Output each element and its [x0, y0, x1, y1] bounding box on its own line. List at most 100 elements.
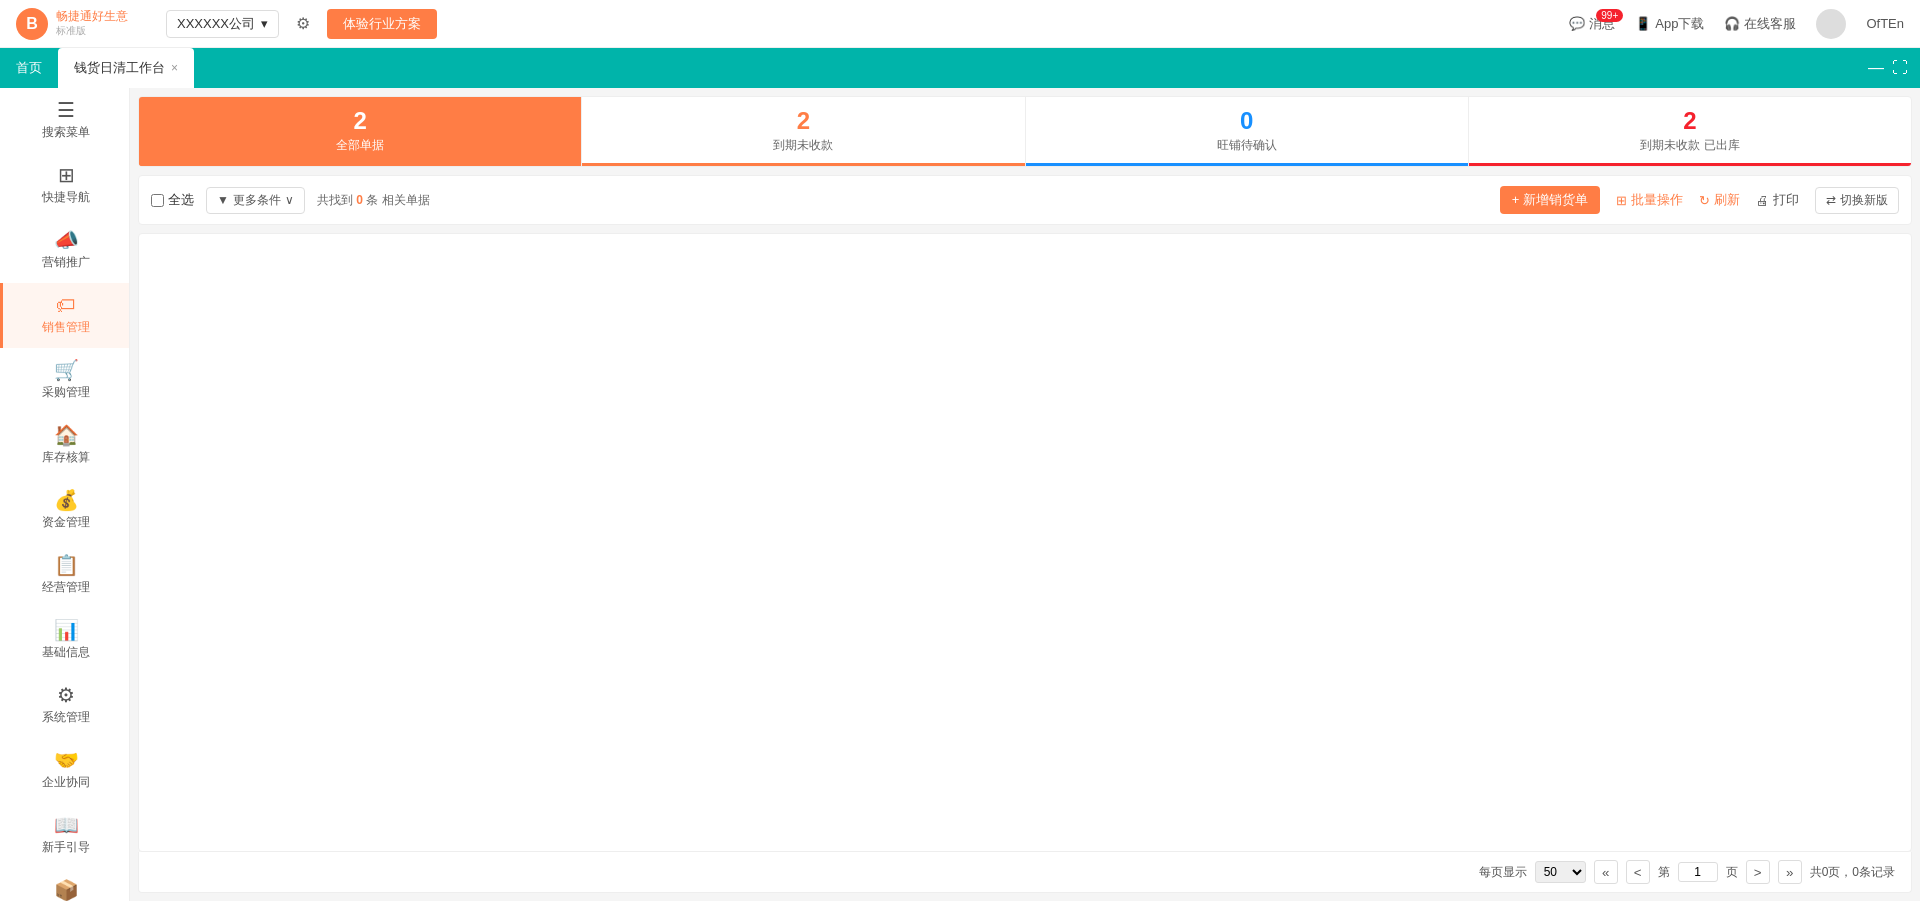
marketing-icon: 📣: [54, 230, 79, 250]
purchase-icon: 🛒: [54, 360, 79, 380]
service-icon: 🎧: [1724, 16, 1740, 31]
page-prefix: 第: [1658, 864, 1670, 881]
print-button[interactable]: 🖨 打印: [1756, 191, 1799, 209]
select-all-input[interactable]: [151, 194, 164, 207]
refresh-icon: ↻: [1699, 193, 1710, 208]
sidebar-item-quick-nav[interactable]: ⊞ 快捷导航: [0, 153, 129, 218]
sidebar-item-guide[interactable]: 📖 新手引导: [0, 803, 129, 868]
top-header: B 畅捷通好生意 标准版 XXXXXX公司 ▾ ⚙ 体验行业方案 💬 消息 99…: [0, 0, 1920, 48]
sidebar-item-collab-label: 企业协同: [42, 774, 90, 791]
add-sales-order-button[interactable]: + 新增销货单: [1500, 186, 1600, 214]
sidebar-item-search[interactable]: ☰ 搜索菜单: [0, 88, 129, 153]
chevron-down-icon: ▾: [261, 16, 268, 31]
tab-minimize-icon[interactable]: —: [1868, 59, 1884, 77]
app-subtitle: 标准版: [56, 24, 128, 38]
tab-active[interactable]: 钱货日清工作台 ×: [58, 48, 194, 88]
select-all-checkbox[interactable]: 全选: [151, 191, 194, 209]
company-selector[interactable]: XXXXXX公司 ▾: [166, 10, 279, 38]
sidebar-item-finance[interactable]: 💰 资金管理: [0, 478, 129, 543]
batch-operation-button[interactable]: ⊞ 批量操作: [1616, 191, 1683, 209]
company-name: XXXXXX公司: [177, 15, 255, 33]
sidebar-item-guide-label: 新手引导: [42, 839, 90, 856]
message-icon: 💬: [1569, 16, 1585, 31]
trial-button[interactable]: 体验行业方案: [327, 9, 437, 39]
sidebar-item-basics-label: 基础信息: [42, 644, 90, 661]
page-suffix: 页: [1726, 864, 1738, 881]
sidebar-item-system-label: 系统管理: [42, 709, 90, 726]
logo-text: 畅捷通好生意 标准版: [56, 9, 128, 39]
first-page-button[interactable]: «: [1594, 860, 1618, 884]
summary-tab-pending-label: 旺铺待确认: [1217, 137, 1277, 154]
summary-tab-overdue[interactable]: 2 到期未收款: [582, 97, 1025, 166]
sidebar-item-collab[interactable]: 🤝 企业协同: [0, 738, 129, 803]
quick-nav-icon: ⊞: [58, 165, 75, 185]
sidebar: ☰ 搜索菜单 ⊞ 快捷导航 📣 营销推广 🏷 销售管理 🛒 采购管理 🏠 库存核…: [0, 88, 130, 901]
logo-area: B 畅捷通好生意 标准版: [16, 8, 146, 40]
sidebar-item-operations-label: 经营管理: [42, 579, 90, 596]
tab-expand-icon[interactable]: ⛶: [1892, 59, 1908, 77]
tab-active-label: 钱货日清工作台: [74, 59, 165, 77]
main-layout: ☰ 搜索菜单 ⊞ 快捷导航 📣 营销推广 🏷 销售管理 🛒 采购管理 🏠 库存核…: [0, 88, 1920, 901]
found-suffix: 条 相关单据: [366, 193, 429, 207]
sidebar-item-apps[interactable]: 📦 应用中心: [0, 868, 129, 901]
guide-icon: 📖: [54, 815, 79, 835]
current-page-input[interactable]: [1678, 862, 1718, 882]
message-action[interactable]: 💬 消息 99+: [1569, 15, 1615, 33]
sidebar-item-sales-label: 销售管理: [42, 319, 90, 336]
tab-bar: 首页 钱货日清工作台 × — ⛶: [0, 48, 1920, 88]
apps-icon: 📦: [54, 880, 79, 900]
online-service-action[interactable]: 🎧 在线客服: [1724, 15, 1796, 33]
username: OfTEn: [1866, 16, 1904, 31]
summary-tab-shipped[interactable]: 2 到期未收款 已出库: [1469, 97, 1911, 166]
sidebar-item-sales[interactable]: 🏷 销售管理: [0, 283, 129, 348]
per-page-select[interactable]: 50 100 200: [1535, 861, 1586, 883]
sidebar-item-quick-nav-label: 快捷导航: [42, 189, 90, 206]
table-area: [138, 233, 1912, 852]
switch-icon: ⇄: [1826, 193, 1836, 207]
tab-home-label: 首页: [16, 59, 42, 77]
sidebar-item-marketing-label: 营销推广: [42, 254, 90, 271]
system-icon: ⚙: [57, 685, 75, 705]
refresh-button[interactable]: ↻ 刷新: [1699, 191, 1740, 209]
avatar[interactable]: [1816, 9, 1846, 39]
prev-page-button[interactable]: <: [1626, 860, 1650, 884]
tab-close-icon[interactable]: ×: [171, 61, 178, 75]
sidebar-item-basics[interactable]: 📊 基础信息: [0, 608, 129, 673]
found-text: 共找到 0 条 相关单据: [317, 192, 430, 209]
summary-tab-all-label: 全部单据: [336, 137, 384, 154]
summary-tabs: 2 全部单据 2 到期未收款 0 旺铺待确认 2 到期未收款 已出库: [138, 96, 1912, 167]
found-count: 0: [356, 193, 363, 207]
filter-icon: ▼: [217, 193, 229, 207]
app-download-action[interactable]: 📱 App下载: [1635, 15, 1704, 33]
print-label: 打印: [1773, 191, 1799, 209]
filter-chevron-icon: ∨: [285, 193, 294, 207]
tab-underline-shipped: [1469, 163, 1911, 166]
sidebar-item-operations[interactable]: 📋 经营管理: [0, 543, 129, 608]
pagination: 每页显示 50 100 200 « < 第 页 > » 共0页，0条记录: [138, 852, 1912, 893]
summary-tab-all[interactable]: 2 全部单据: [139, 97, 582, 166]
next-page-button[interactable]: >: [1746, 860, 1770, 884]
sales-icon: 🏷: [56, 295, 76, 315]
filter-button[interactable]: ▼ 更多条件 ∨: [206, 187, 305, 214]
tab-home[interactable]: 首页: [0, 48, 58, 88]
print-icon: 🖨: [1756, 193, 1769, 208]
sidebar-item-marketing[interactable]: 📣 营销推广: [0, 218, 129, 283]
summary-tab-pending[interactable]: 0 旺铺待确认: [1026, 97, 1469, 166]
batch-label: 批量操作: [1631, 191, 1683, 209]
last-page-button[interactable]: »: [1778, 860, 1802, 884]
operations-icon: 📋: [54, 555, 79, 575]
settings-icon[interactable]: ⚙: [289, 10, 317, 38]
total-records: 共0页，0条记录: [1810, 864, 1895, 881]
tab-bar-right: — ⛶: [1868, 59, 1920, 77]
sidebar-item-purchase[interactable]: 🛒 采购管理: [0, 348, 129, 413]
sidebar-item-system[interactable]: ⚙ 系统管理: [0, 673, 129, 738]
switch-version-button[interactable]: ⇄ 切换新版: [1815, 187, 1899, 214]
sidebar-item-inventory[interactable]: 🏠 库存核算: [0, 413, 129, 478]
basics-icon: 📊: [54, 620, 79, 640]
search-menu-icon: ☰: [57, 100, 75, 120]
finance-icon: 💰: [54, 490, 79, 510]
download-icon: 📱: [1635, 16, 1651, 31]
summary-tab-overdue-label: 到期未收款: [773, 137, 833, 154]
switch-label: 切换新版: [1840, 192, 1888, 209]
select-all-label: 全选: [168, 191, 194, 209]
